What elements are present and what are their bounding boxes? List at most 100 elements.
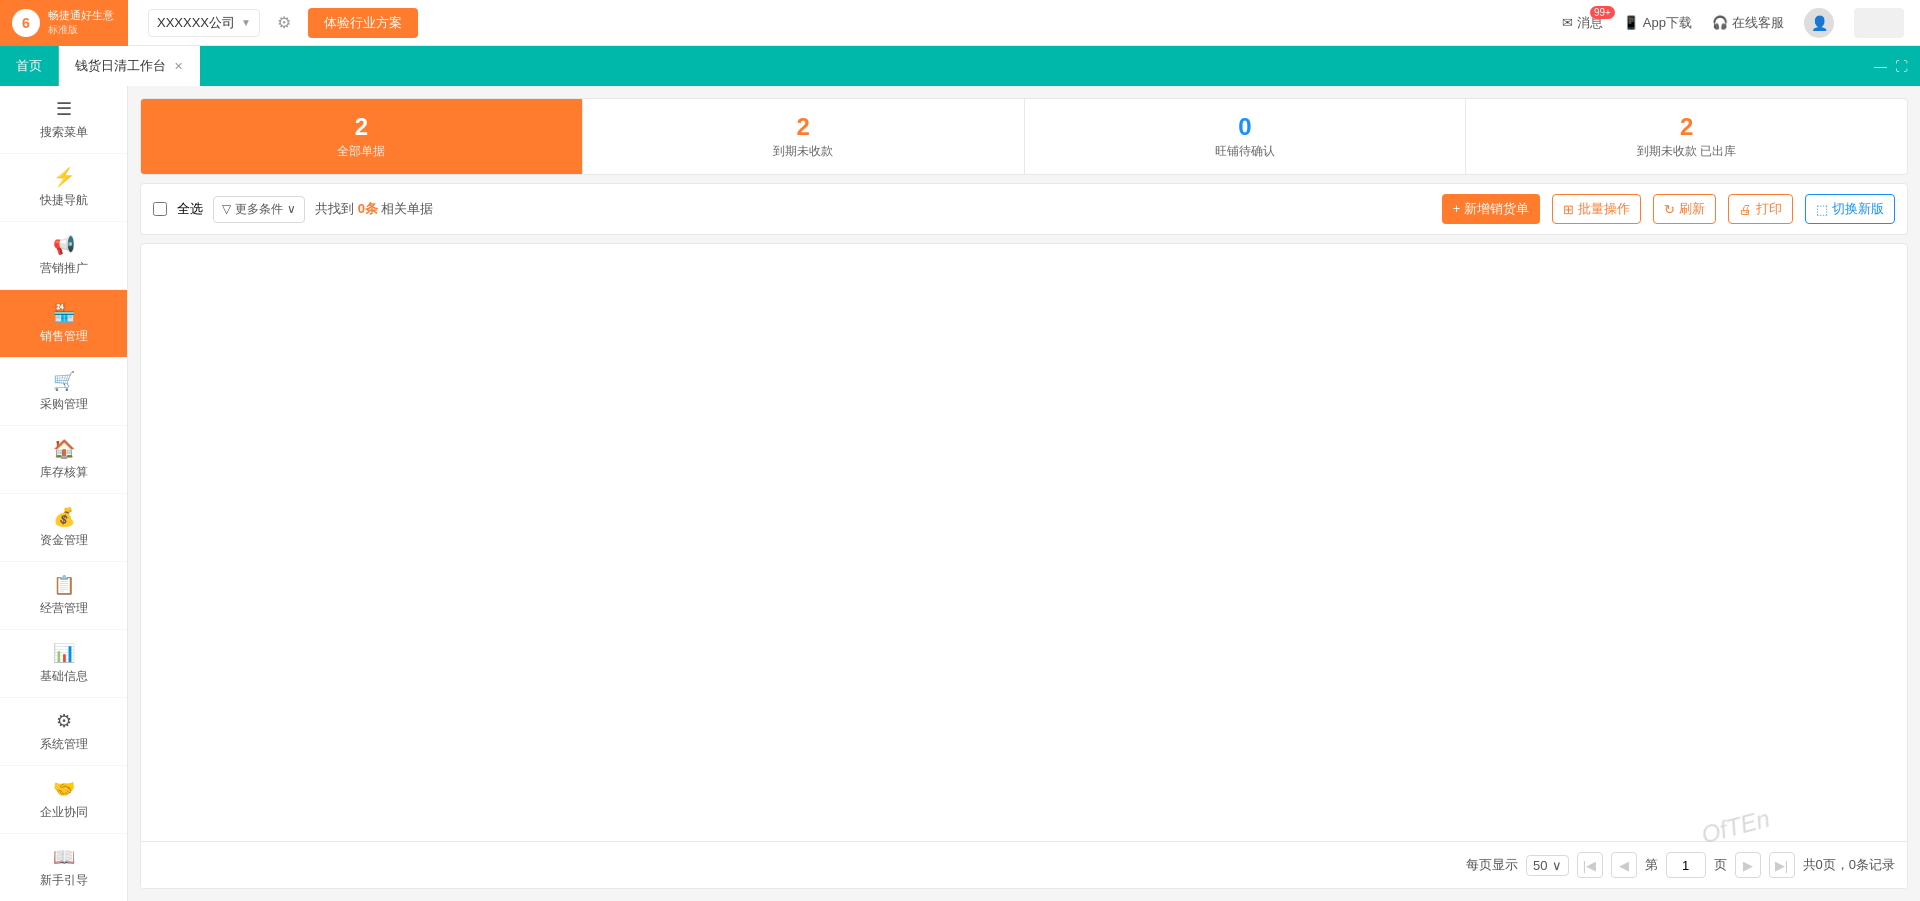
sidebar-item-purchase[interactable]: 🛒 采购管理 xyxy=(0,358,127,426)
stat-card-shipped[interactable]: 2 到期未收款 已出库 xyxy=(1466,99,1907,174)
enterprise-icon: 🤝 xyxy=(53,778,75,800)
sidebar-item-basic-info-label: 基础信息 xyxy=(40,668,88,685)
header-right: ✉ 消息 99+ 📱 App下载 🎧 在线客服 👤 xyxy=(1562,8,1904,38)
user-name-placeholder xyxy=(1854,8,1904,38)
sidebar-item-finance[interactable]: 💰 资金管理 xyxy=(0,494,127,562)
select-all-checkbox[interactable] xyxy=(153,202,167,216)
found-text: 共找到 0条 相关单据 xyxy=(315,200,433,218)
batch-operation-button[interactable]: ⊞ 批量操作 xyxy=(1552,194,1641,224)
stat-card-pending[interactable]: 0 旺铺待确认 xyxy=(1025,99,1467,174)
select-all-label: 全选 xyxy=(177,200,203,218)
online-service-label: 在线客服 xyxy=(1732,14,1784,32)
first-page-button[interactable]: |◀ xyxy=(1577,852,1603,878)
nav-tab-actions: — ⛶ xyxy=(1862,59,1920,74)
tab-home[interactable]: 首页 xyxy=(0,46,59,86)
quick-nav-icon: ⚡ xyxy=(53,166,75,188)
company-selector[interactable]: XXXXXX公司 ▼ xyxy=(148,9,260,37)
sidebar-item-search-menu[interactable]: ☰ 搜索菜单 xyxy=(0,86,127,154)
stat-card-all[interactable]: 2 全部单据 xyxy=(141,99,583,174)
sidebar-item-enterprise[interactable]: 🤝 企业协同 xyxy=(0,766,127,834)
logo-area: 6 畅捷通好生意 标准版 xyxy=(0,0,128,46)
stat-label-shipped: 到期未收款 已出库 xyxy=(1486,143,1887,160)
found-prefix: 共找到 xyxy=(315,201,354,216)
total-text: 共0页，0条记录 xyxy=(1803,856,1895,874)
sidebar-item-enterprise-label: 企业协同 xyxy=(40,804,88,821)
online-service-button[interactable]: 🎧 在线客服 xyxy=(1712,14,1784,32)
sidebar-item-quick-nav[interactable]: ⚡ 快捷导航 xyxy=(0,154,127,222)
stat-label-pending: 旺铺待确认 xyxy=(1045,143,1446,160)
print-button[interactable]: 🖨 打印 xyxy=(1728,194,1793,224)
sidebar-item-guide[interactable]: 📖 新手引导 xyxy=(0,834,127,901)
online-service-icon: 🎧 xyxy=(1712,15,1728,30)
refresh-button[interactable]: ↻ 刷新 xyxy=(1653,194,1716,224)
page-label-end: 页 xyxy=(1714,856,1727,874)
sidebar-item-purchase-label: 采购管理 xyxy=(40,396,88,413)
sidebar-item-finance-label: 资金管理 xyxy=(40,532,88,549)
switch-new-version-button[interactable]: ⬚ 切换新版 xyxy=(1805,194,1895,224)
sidebar-item-sales[interactable]: 🏪 销售管理 xyxy=(0,290,127,358)
marketing-icon: 📢 xyxy=(53,234,75,256)
page-input[interactable]: 1 xyxy=(1666,852,1706,878)
search-menu-icon: ☰ xyxy=(56,98,72,120)
avatar[interactable]: 👤 xyxy=(1804,8,1834,38)
app-download-icon: 📱 xyxy=(1623,15,1639,30)
sidebar-item-operations[interactable]: 📋 经营管理 xyxy=(0,562,127,630)
stat-card-overdue[interactable]: 2 到期未收款 xyxy=(583,99,1025,174)
toolbar-right: + 新增销货单 ⊞ 批量操作 ↻ 刷新 🖨 打印 ⬚ 切换新版 xyxy=(1442,194,1895,224)
batch-label: 批量操作 xyxy=(1578,200,1630,218)
stat-label-all: 全部单据 xyxy=(161,143,562,160)
sidebar-item-operations-label: 经营管理 xyxy=(40,600,88,617)
stat-number-overdue: 2 xyxy=(603,113,1004,141)
sidebar-item-marketing[interactable]: 📢 营销推广 xyxy=(0,222,127,290)
stat-label-overdue: 到期未收款 xyxy=(603,143,1004,160)
sidebar-item-quick-nav-label: 快捷导航 xyxy=(40,192,88,209)
app-download-label: App下载 xyxy=(1643,14,1692,32)
table-empty-state xyxy=(141,244,1907,841)
switch-icon: ⬚ xyxy=(1816,202,1828,217)
found-suffix: 相关单据 xyxy=(381,201,433,216)
expand-icon[interactable]: ⛶ xyxy=(1895,59,1908,74)
logo-badge: 标准版 xyxy=(48,23,114,37)
pagination-bar: 每页显示 50 ∨ |◀ ◀ 第 1 页 ▶ ▶| 共0页，0条记录 xyxy=(141,841,1907,888)
sidebar-item-system-label: 系统管理 xyxy=(40,736,88,753)
stat-number-pending: 0 xyxy=(1045,113,1446,141)
sidebar-item-guide-label: 新手引导 xyxy=(40,872,88,889)
more-filter-button[interactable]: ▽ 更多条件 ∨ xyxy=(213,196,305,223)
tab-close-icon[interactable]: ✕ xyxy=(174,60,183,73)
stats-bar: 2 全部单据 2 到期未收款 0 旺铺待确认 2 到期未收款 已出库 xyxy=(140,98,1908,175)
message-button[interactable]: ✉ 消息 99+ xyxy=(1562,14,1603,32)
sidebar-item-basic-info[interactable]: 📊 基础信息 xyxy=(0,630,127,698)
more-filter-label: 更多条件 xyxy=(235,201,283,218)
settings-button[interactable]: ⚙ xyxy=(268,7,300,39)
last-page-button[interactable]: ▶| xyxy=(1769,852,1795,878)
sidebar: ☰ 搜索菜单 ⚡ 快捷导航 📢 营销推广 🏪 销售管理 🛒 采购管理 🏠 库存核… xyxy=(0,86,128,901)
inventory-icon: 🏠 xyxy=(53,438,75,460)
experience-button[interactable]: 体验行业方案 xyxy=(308,8,418,38)
next-page-button[interactable]: ▶ xyxy=(1735,852,1761,878)
basic-info-icon: 📊 xyxy=(53,642,75,664)
tab-home-label: 首页 xyxy=(16,57,42,75)
content-area: 2 全部单据 2 到期未收款 0 旺铺待确认 2 到期未收款 已出库 全选 xyxy=(128,86,1920,901)
found-count: 0条 xyxy=(358,201,378,216)
minimize-icon[interactable]: — xyxy=(1874,59,1887,74)
add-sale-button[interactable]: + 新增销货单 xyxy=(1442,194,1540,224)
app-download-button[interactable]: 📱 App下载 xyxy=(1623,14,1692,32)
message-badge: 99+ xyxy=(1590,6,1615,19)
prev-page-button[interactable]: ◀ xyxy=(1611,852,1637,878)
batch-icon: ⊞ xyxy=(1563,202,1574,217)
per-page-label: 每页显示 xyxy=(1466,856,1518,874)
per-page-chevron-icon: ∨ xyxy=(1552,858,1562,873)
sidebar-item-search-menu-label: 搜索菜单 xyxy=(40,124,88,141)
logo-icon: 6 xyxy=(12,9,40,37)
sidebar-item-sales-label: 销售管理 xyxy=(40,328,88,345)
per-page-select[interactable]: 50 ∨ xyxy=(1526,855,1568,876)
sales-icon: 🏪 xyxy=(53,302,75,324)
tab-cash-flow[interactable]: 钱货日清工作台 ✕ xyxy=(59,46,200,86)
content-bottom-padding xyxy=(128,889,1920,901)
operations-icon: 📋 xyxy=(53,574,75,596)
sidebar-item-inventory[interactable]: 🏠 库存核算 xyxy=(0,426,127,494)
nav-tabs: 首页 钱货日清工作台 ✕ — ⛶ xyxy=(0,46,1920,86)
system-icon: ⚙ xyxy=(56,710,72,732)
sidebar-item-system[interactable]: ⚙ 系统管理 xyxy=(0,698,127,766)
stat-number-shipped: 2 xyxy=(1486,113,1887,141)
